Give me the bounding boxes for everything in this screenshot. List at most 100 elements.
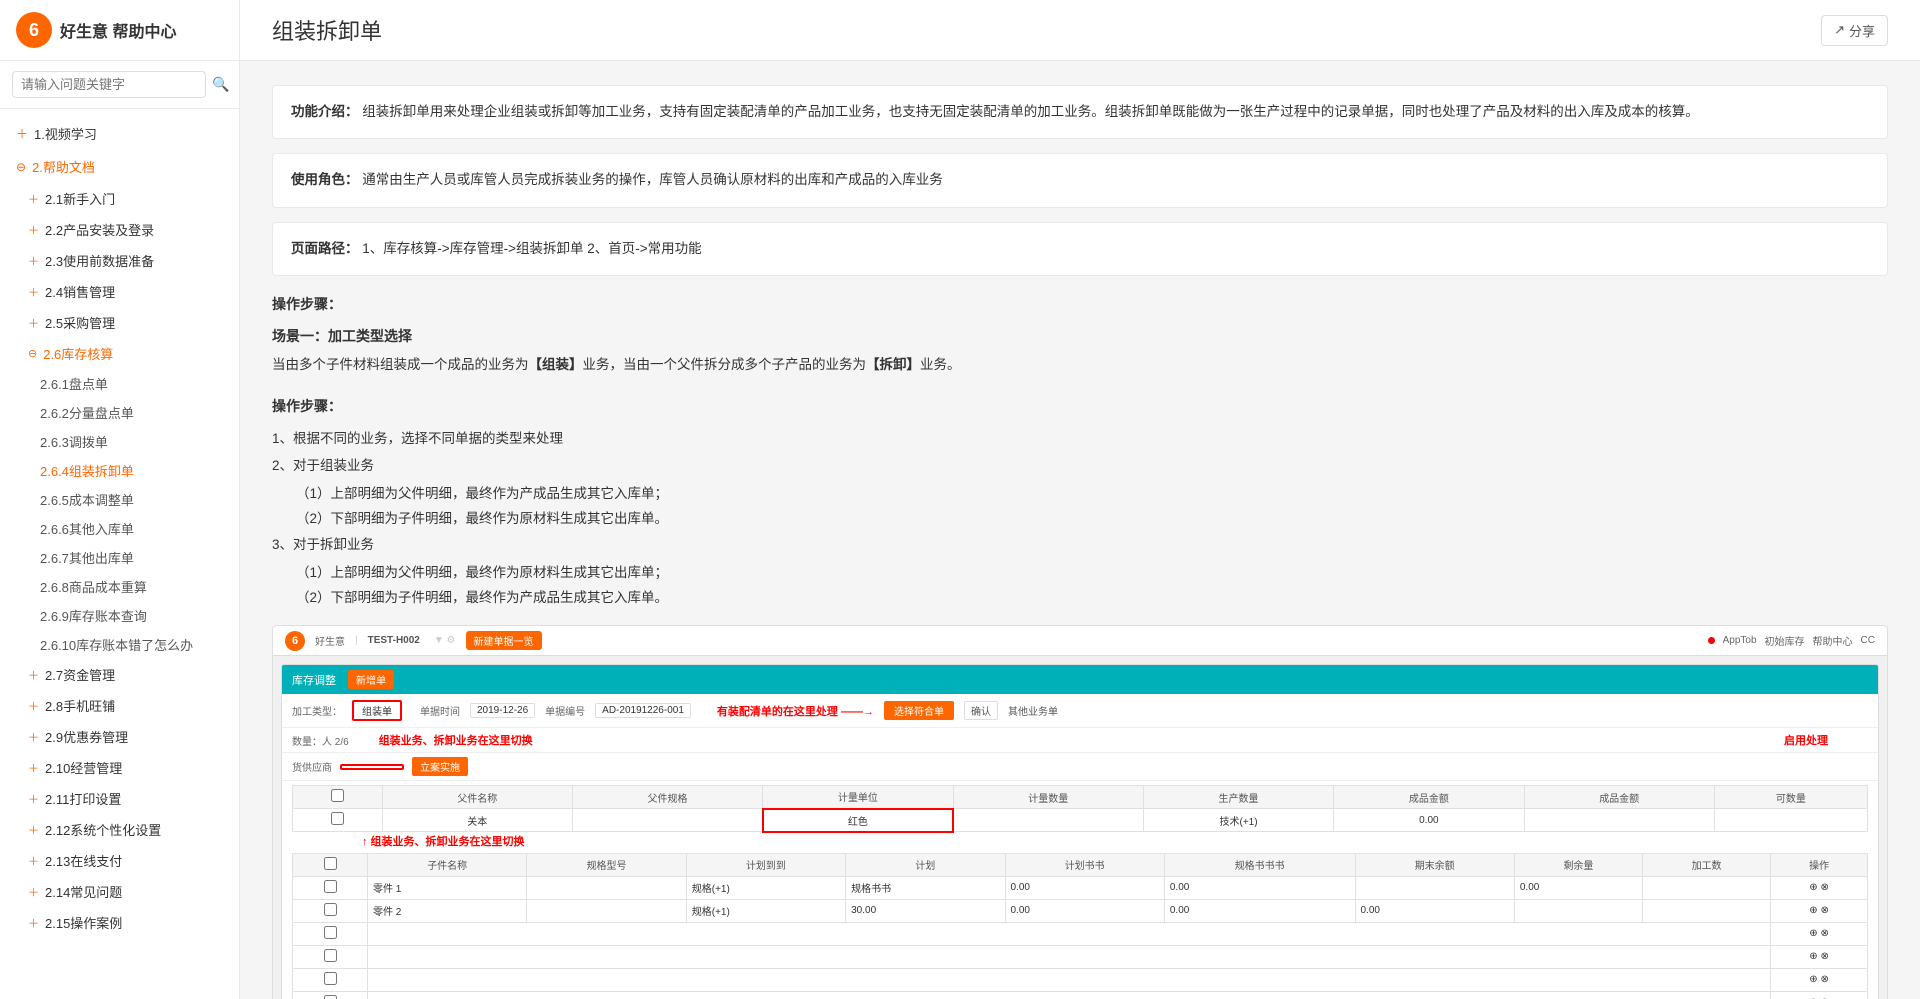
- sidebar-leaf-264[interactable]: 2.6.4组装拆卸单: [0, 456, 239, 485]
- sim-date-value: 2019-12-26: [470, 703, 535, 718]
- sidebar-item-inventory[interactable]: ⊖ 2.6库存核算: [0, 338, 239, 369]
- nav-sub-docs: ＋ 2.1新手入门 ＋ 2.2产品安装及登录 ＋ 2.3使用前数据准备 ＋ 2.…: [0, 183, 239, 938]
- sim-doc-id: TEST-H002: [368, 635, 420, 646]
- sim-window: 库存调整 新增单 加工类型： 组装单 单据时间 2019-12-26 单据编号 …: [281, 664, 1879, 999]
- share-button[interactable]: ↗ 分享: [1821, 15, 1888, 46]
- sim-bth-process: 加工数: [1643, 853, 1771, 876]
- plus-icon-mgmt: ＋: [28, 760, 39, 776]
- search-button[interactable]: 🔍: [212, 76, 229, 93]
- sidebar-item-cases[interactable]: ＋ 2.15操作案例: [0, 907, 239, 938]
- plus-icon-newuser: ＋: [28, 191, 39, 207]
- plus-icon-faq: ＋: [28, 884, 39, 900]
- sidebar-item-video[interactable]: ＋ 1.视频学习: [0, 117, 239, 150]
- sim-cc: CC: [1861, 635, 1875, 646]
- sim-b-row1-check[interactable]: [324, 880, 337, 893]
- sidebar-leaf-262[interactable]: 2.6.2分量盘点单: [0, 398, 239, 427]
- sim-b-row6-check[interactable]: [324, 995, 337, 999]
- sim-new-doc-btn[interactable]: 新建单据一览: [466, 631, 542, 650]
- step-3: 3、对于拆卸业务: [272, 532, 1888, 558]
- sidebar-leaf-261[interactable]: 2.6.1盘点单: [0, 369, 239, 398]
- sim-confirm-btn: 确认: [964, 701, 998, 720]
- sim-check-all[interactable]: [331, 789, 344, 802]
- plus-icon-sysconfig: ＋: [28, 822, 39, 838]
- sim-th-parent-name: 父件名称: [382, 786, 572, 809]
- sidebar-item-faq[interactable]: ＋ 2.14常见问题: [0, 876, 239, 907]
- sidebar-leaf-2610[interactable]: 2.6.10库存账本错了怎么办: [0, 630, 239, 659]
- sim-choose-supplier[interactable]: 立案实施: [412, 757, 468, 776]
- sim-bottom-check-all[interactable]: [324, 857, 337, 870]
- sim-bth-action: 操作: [1771, 853, 1868, 876]
- main-content: 功能介绍： 组装拆卸单用来处理企业组装或拆卸等加工业务，支持有固定装配清单的产品…: [240, 61, 1920, 999]
- sim-add-tab[interactable]: 新增单: [348, 670, 394, 689]
- sim-annotation1: 有装配清单的在这里处理 ——→: [717, 703, 874, 719]
- sim-row1-spec: [572, 809, 762, 832]
- sim-bottom-table-area: 子件名称 规格型号 计划到到 计划 计划书书 规格书书书 期末余额 剩余量 加工…: [282, 853, 1878, 999]
- sidebar-leaf-267[interactable]: 2.6.7其他出库单: [0, 543, 239, 572]
- sim-row1-avail: [1714, 809, 1867, 832]
- sidebar-item-docs[interactable]: ⊖ 2.帮助文档: [0, 150, 239, 183]
- sidebar-item-coupon[interactable]: ＋ 2.9优惠券管理: [0, 721, 239, 752]
- sidebar-leaf-268[interactable]: 2.6.8商品成本重算: [0, 572, 239, 601]
- page-title: 组装拆卸单: [272, 14, 382, 46]
- sim-b-row1-plan2: 规格书书: [846, 876, 1005, 899]
- sim-no-label: 单据编号: [545, 703, 585, 718]
- sidebar-item-mobile[interactable]: ＋ 2.8手机旺铺: [0, 690, 239, 721]
- plus-icon-purchase: ＋: [28, 315, 39, 331]
- sim-row1-check[interactable]: [331, 812, 344, 825]
- sidebar-item-payment-label: 2.13在线支付: [45, 851, 122, 870]
- sidebar-leaf-265[interactable]: 2.6.5成本调整单: [0, 485, 239, 514]
- sidebar-header: 6 好生意 帮助中心: [0, 0, 239, 61]
- intro-label: 功能介绍：: [291, 104, 359, 119]
- sidebar-leaf-266[interactable]: 2.6.6其他入库单: [0, 514, 239, 543]
- sidebar-leaf-269[interactable]: 2.6.9库存账本查询: [0, 601, 239, 630]
- sim-row1-qty: [953, 809, 1143, 832]
- path-text: 1、库存核算->库存管理->组装拆卸单 2、首页->常用功能: [362, 241, 701, 256]
- sim-th-checkbox: [293, 786, 383, 809]
- sim-bth-plan1: 计划到到: [686, 853, 845, 876]
- sidebar-item-payment[interactable]: ＋ 2.13在线支付: [0, 845, 239, 876]
- sim-b-row4-check[interactable]: [324, 949, 337, 962]
- plus-icon-mobile: ＋: [28, 698, 39, 714]
- sidebar-item-finance[interactable]: ＋ 2.7资金管理: [0, 659, 239, 690]
- sim-sub-row: 数量：人 2/6 组装业务、拆卸业务在这里切换 启用处理: [282, 728, 1878, 753]
- sidebar-item-install[interactable]: ＋ 2.2产品安装及登录: [0, 214, 239, 245]
- sidebar-item-newuser[interactable]: ＋ 2.1新手入门: [0, 183, 239, 214]
- intro-text: 组装拆卸单用来处理企业组装或拆卸等加工业务，支持有固定装配清单的产品加工业务，也…: [362, 104, 1699, 119]
- plus-icon-dataprep: ＋: [28, 253, 39, 269]
- sim-top-table: 父件名称 父件规格 计量单位 计量数量 生产数量 成品金额 成品金额 可数量: [292, 785, 1868, 833]
- plus-icon-coupon: ＋: [28, 729, 39, 745]
- sim-window-header: 库存调整 新增单: [282, 665, 1878, 694]
- ops-title: 操作步骤：: [272, 294, 1888, 314]
- sim-b-row3-check[interactable]: [324, 926, 337, 939]
- sidebar-item-sales[interactable]: ＋ 2.4销售管理: [0, 276, 239, 307]
- sim-helpcenter: 帮助中心: [1813, 633, 1853, 648]
- plus-icon: ＋: [16, 125, 28, 142]
- sim-b-row2-plan2: 30.00: [846, 899, 1005, 922]
- search-input[interactable]: [12, 71, 206, 98]
- path-block: 页面路径： 1、库存核算->库存管理->组装拆卸单 2、首页->常用功能: [272, 222, 1888, 276]
- sim-alert-dot: [1708, 637, 1715, 644]
- sim-type-value: 组装单: [352, 700, 402, 721]
- sidebar-item-print[interactable]: ＋ 2.11打印设置: [0, 783, 239, 814]
- sim-count-label: 数量：人 2/6: [292, 733, 349, 748]
- sim-b-row5-check[interactable]: [324, 972, 337, 985]
- sim-b-row2-check[interactable]: [324, 903, 337, 916]
- share-icon: ↗: [1834, 22, 1845, 38]
- step-2: 2、对于组装业务: [272, 453, 1888, 479]
- sim-b-row2-remain: [1514, 899, 1642, 922]
- sidebar-item-mgmt-label: 2.10经营管理: [45, 758, 122, 777]
- sidebar-item-mgmt[interactable]: ＋ 2.10经营管理: [0, 752, 239, 783]
- sidebar-item-coupon-label: 2.9优惠券管理: [45, 727, 128, 746]
- sim-bth-plan2: 计划: [846, 853, 1005, 876]
- sidebar-leaf-263[interactable]: 2.6.3调拨单: [0, 427, 239, 456]
- sidebar-item-sysconfig[interactable]: ＋ 2.12系统个性化设置: [0, 814, 239, 845]
- sidebar-item-sysconfig-label: 2.12系统个性化设置: [45, 820, 161, 839]
- sim-supplier-row: 货供应商 立案实施: [282, 753, 1878, 781]
- sim-b-row2-plan1: 规格(+1): [686, 899, 845, 922]
- sim-th-parent-spec: 父件规格: [572, 786, 762, 809]
- sidebar-item-newuser-label: 2.1新手入门: [45, 189, 115, 208]
- sim-select-form-btn[interactable]: 选择符合单: [884, 701, 954, 720]
- sidebar-item-dataprep[interactable]: ＋ 2.3使用前数据准备: [0, 245, 239, 276]
- sim-apptob: AppTob: [1723, 635, 1757, 646]
- sidebar-item-purchase[interactable]: ＋ 2.5采购管理: [0, 307, 239, 338]
